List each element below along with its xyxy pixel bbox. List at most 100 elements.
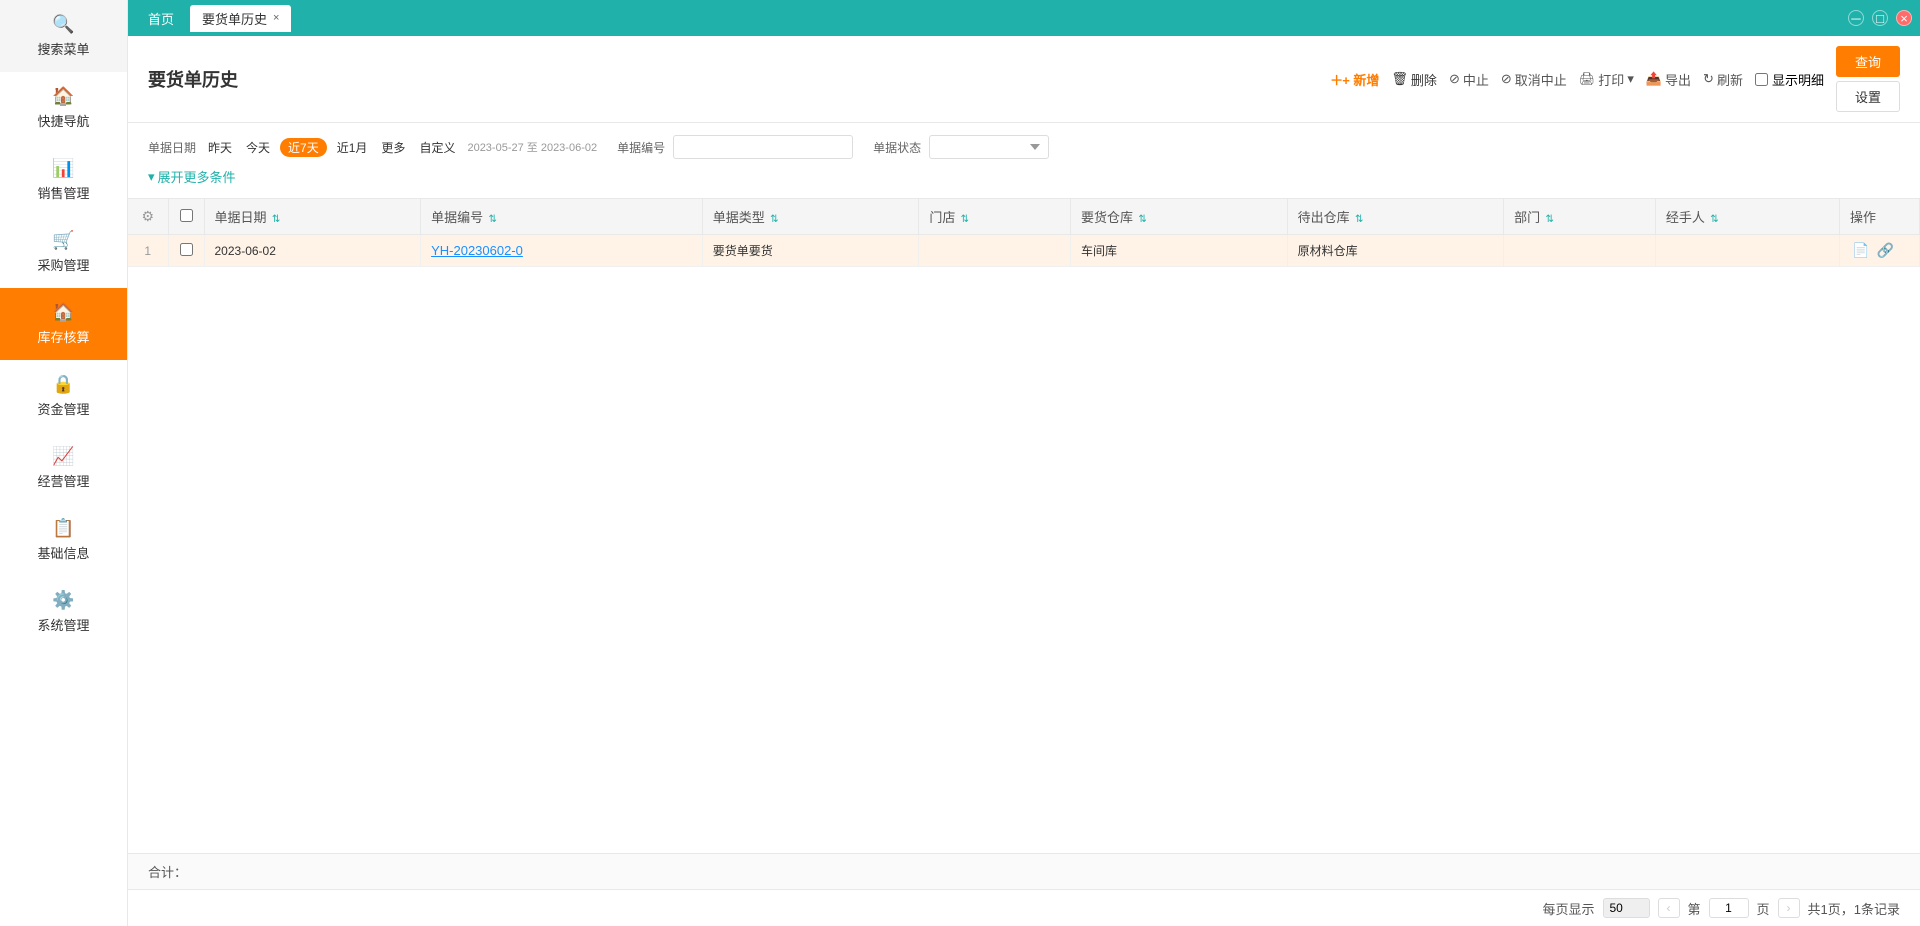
new-button[interactable]: ＋ + 新增	[1330, 70, 1379, 89]
export-button[interactable]: 📤 导出	[1646, 70, 1691, 89]
sidebar-item-ops-mgmt[interactable]: 📈 经营管理	[0, 432, 127, 504]
th-pending-warehouse[interactable]: 待出仓库 ⇅	[1287, 199, 1504, 235]
th-checkbox[interactable]	[168, 199, 204, 235]
sidebar-item-sys-mgmt[interactable]: ⚙️ 系统管理	[0, 576, 127, 648]
doc-status-filter-section: 单据状态	[873, 135, 1049, 159]
sort-icon: ⇅	[1546, 214, 1554, 225]
sidebar-item-label: 基础信息	[37, 543, 89, 562]
filter-row: 单据日期 昨天 今天 近7天 近1月 更多 自定义 2023-05-27 至 2…	[148, 135, 1900, 159]
th-doc-type[interactable]: 单据类型 ⇅	[702, 199, 919, 235]
page-number-input[interactable]	[1709, 898, 1749, 918]
row-store	[919, 235, 1071, 267]
row-handler	[1655, 235, 1839, 267]
window-controls: － □ ×	[1848, 10, 1912, 26]
print-button[interactable]: 🖨 打印 ▾	[1579, 70, 1634, 89]
refresh-icon: ↻	[1703, 71, 1714, 87]
settings-button[interactable]: 设置	[1836, 81, 1900, 112]
doc-number-label: 单据编号	[617, 139, 665, 156]
show-detail-toggle[interactable]: 显示明细	[1755, 70, 1824, 89]
sidebar-item-quick-nav[interactable]: 🏠 快捷导航	[0, 72, 127, 144]
summary-bar: 合计：	[128, 853, 1920, 889]
sort-icon: ⇅	[1138, 214, 1146, 225]
content-body: 要货单历史 ＋ + 新增 🗑 删除 ⊘ 中止 ⊘ 取消中止	[128, 36, 1920, 926]
close-button[interactable]: ×	[1896, 10, 1912, 26]
row-doc-date: 2023-06-02	[204, 235, 421, 267]
stop-icon: ⊘	[1449, 71, 1460, 87]
filter-area: 单据日期 昨天 今天 近7天 近1月 更多 自定义 2023-05-27 至 2…	[128, 123, 1920, 199]
sidebar-item-label: 资金管理	[37, 399, 89, 418]
delete-button[interactable]: 🗑 删除	[1391, 70, 1437, 89]
sort-icon: ⇅	[488, 214, 496, 225]
sidebar-item-label: 采购管理	[37, 255, 89, 274]
chart-icon: 📊	[52, 158, 74, 179]
row-operations: 📄 🔗	[1840, 235, 1920, 267]
show-detail-checkbox[interactable]	[1755, 73, 1768, 86]
row-checkbox-cell[interactable]	[168, 235, 204, 267]
date-option-today[interactable]: 今天	[242, 138, 274, 157]
requisition-table: ⚙ 单据日期 ⇅ 单据编号 ⇅	[128, 199, 1920, 267]
th-operation: 操作	[1840, 199, 1920, 235]
per-page-select[interactable]: 50 10 20 100	[1603, 898, 1650, 918]
th-settings[interactable]: ⚙	[128, 199, 168, 235]
refresh-button[interactable]: ↻ 刷新	[1703, 70, 1743, 89]
sort-icon: ⇅	[1355, 214, 1363, 225]
date-option-last7days[interactable]: 近7天	[280, 138, 327, 157]
date-option-last-month[interactable]: 近1月	[333, 138, 372, 157]
content-header: 要货单历史 ＋ + 新增 🗑 删除 ⊘ 中止 ⊘ 取消中止	[128, 36, 1920, 123]
table-header-row: ⚙ 单据日期 ⇅ 单据编号 ⇅	[128, 199, 1920, 235]
date-filter-label: 单据日期	[148, 139, 196, 156]
expand-more-row: ▾ 展开更多条件	[148, 167, 1900, 186]
prev-page-button[interactable]: ‹	[1658, 898, 1680, 918]
sidebar-item-sales-mgmt[interactable]: 📊 销售管理	[0, 144, 127, 216]
lock-icon: 🔒	[52, 374, 74, 395]
toolbar: ＋ + 新增 🗑 删除 ⊘ 中止 ⊘ 取消中止 🖨 打印	[1330, 46, 1900, 112]
sort-icon: ⇅	[961, 214, 969, 225]
select-all-checkbox[interactable]	[180, 209, 193, 222]
row-link-button[interactable]: 🔗	[1877, 242, 1894, 259]
first-page-label: 第	[1688, 899, 1701, 918]
next-page-button[interactable]: ›	[1778, 898, 1800, 918]
th-store[interactable]: 门店 ⇅	[919, 199, 1071, 235]
doc-status-select[interactable]	[929, 135, 1049, 159]
tab-home-label: 首页	[148, 9, 174, 28]
row-checkbox[interactable]	[180, 243, 193, 256]
row-doc-number[interactable]: YH-20230602-0	[421, 235, 703, 267]
th-doc-date[interactable]: 单据日期 ⇅	[204, 199, 421, 235]
gear-icon: ⚙️	[52, 590, 74, 611]
th-handler[interactable]: 经手人 ⇅	[1655, 199, 1839, 235]
sort-icon: ⇅	[272, 214, 280, 225]
settings-icon: ⚙	[141, 208, 154, 224]
export-icon: 📤	[1646, 71, 1662, 87]
maximize-button[interactable]: □	[1872, 10, 1888, 26]
date-option-more[interactable]: 更多	[377, 138, 409, 157]
doc-icon: 📋	[52, 518, 74, 539]
date-option-custom[interactable]: 自定义	[415, 138, 459, 157]
sidebar-item-search-menu[interactable]: 🔍 搜索菜单	[0, 0, 127, 72]
row-view-button[interactable]: 📄	[1852, 242, 1869, 259]
stop-button[interactable]: ⊘ 中止	[1449, 70, 1489, 89]
expand-more-button[interactable]: ▾ 展开更多条件	[148, 167, 1900, 186]
row-index: 1	[128, 235, 168, 267]
table-row: 1 2023-06-02 YH-20230602-0 要货单要货 车间库 原材料…	[128, 235, 1920, 267]
sidebar-item-basic-info[interactable]: 📋 基础信息	[0, 504, 127, 576]
cancel-stop-button[interactable]: ⊘ 取消中止	[1501, 70, 1567, 89]
sidebar-item-purchase-mgmt[interactable]: 🛒 采购管理	[0, 216, 127, 288]
sidebar-item-inventory[interactable]: 🏠 库存核算	[0, 288, 127, 360]
tab-close-icon[interactable]: ×	[273, 12, 279, 24]
th-doc-number[interactable]: 单据编号 ⇅	[421, 199, 703, 235]
query-button[interactable]: 查询	[1836, 46, 1900, 77]
print-chevron-icon: ▾	[1627, 71, 1634, 87]
minimize-button[interactable]: －	[1848, 10, 1864, 26]
th-department[interactable]: 部门 ⇅	[1504, 199, 1656, 235]
th-req-warehouse[interactable]: 要货仓库 ⇅	[1070, 199, 1287, 235]
row-doc-type: 要货单要货	[702, 235, 919, 267]
doc-number-input[interactable]	[673, 135, 853, 159]
sidebar-item-label: 系统管理	[37, 615, 89, 634]
tab-requisition-history[interactable]: 要货单历史 ×	[190, 5, 291, 32]
sidebar-item-finance-mgmt[interactable]: 🔒 资金管理	[0, 360, 127, 432]
date-option-yesterday[interactable]: 昨天	[204, 138, 236, 157]
per-page-label: 每页显示	[1542, 899, 1594, 918]
tab-home[interactable]: 首页	[136, 5, 186, 32]
row-department	[1504, 235, 1656, 267]
print-icon: 🖨	[1579, 71, 1596, 87]
